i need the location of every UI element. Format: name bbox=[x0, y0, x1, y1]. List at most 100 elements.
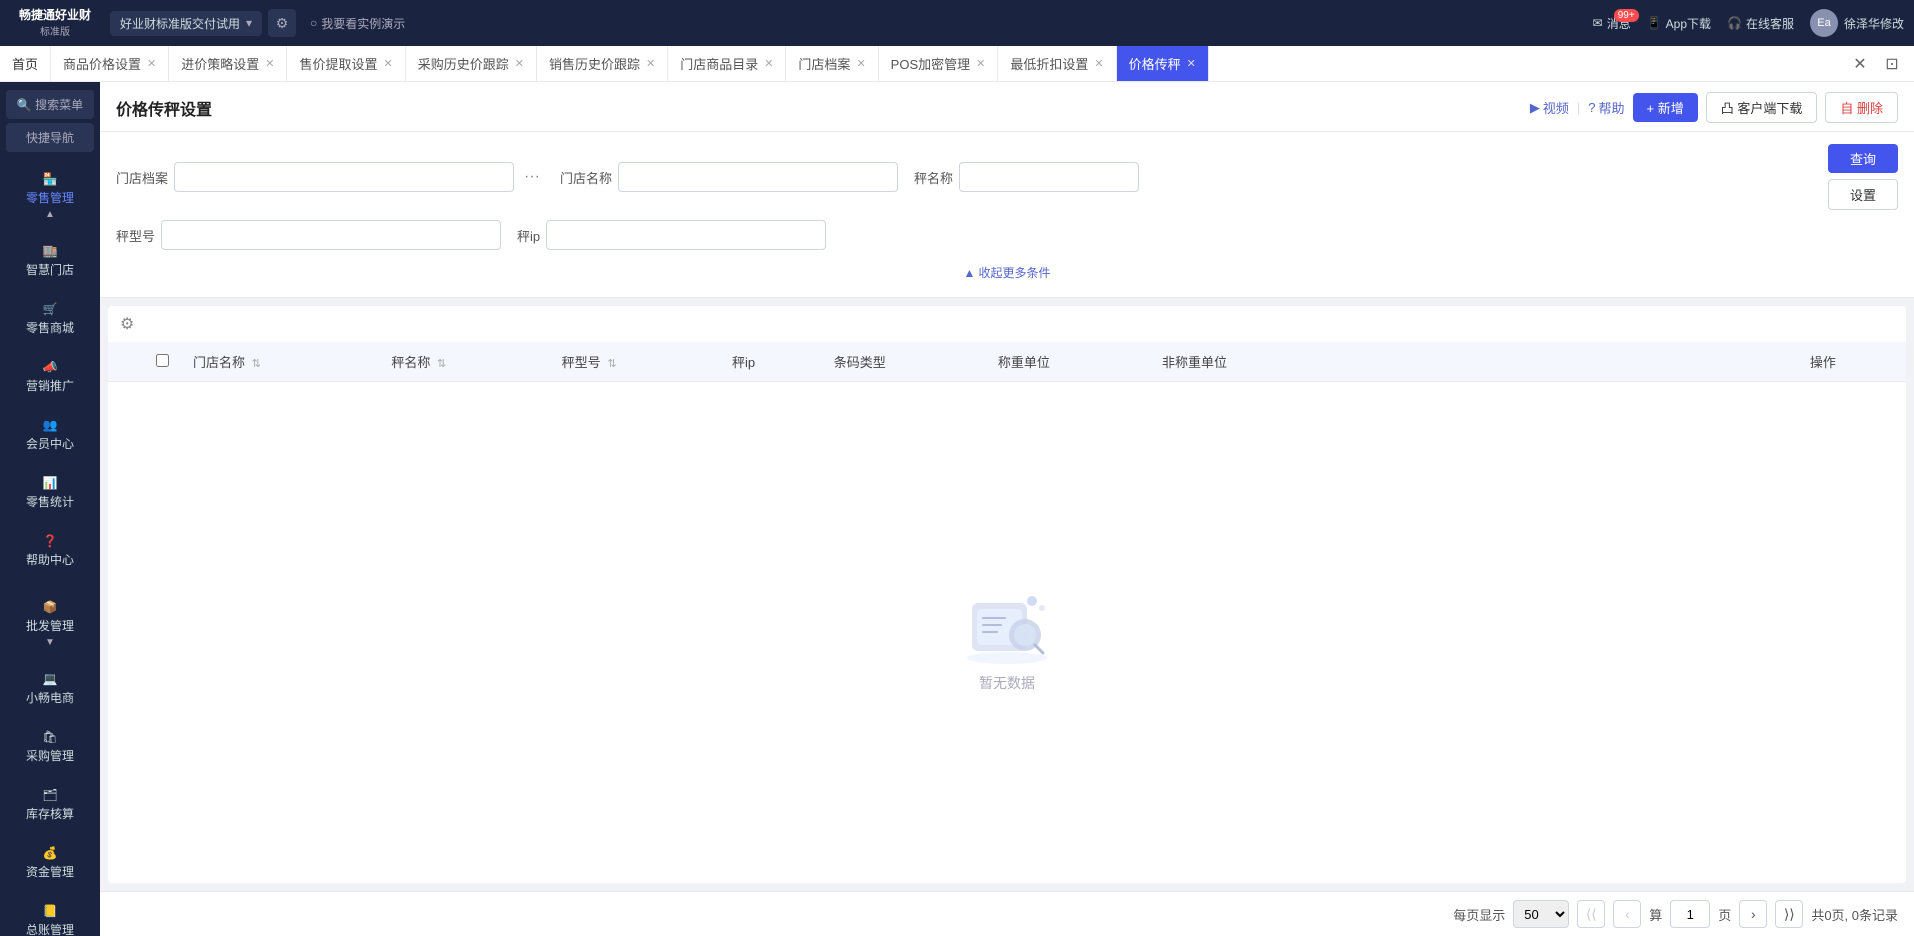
table-head: 门店名称 ⇅ 秤名称 ⇅ 秤型号 ⇅ 秤ip bbox=[108, 342, 1906, 382]
user-name: 徐泽华修改 bbox=[1844, 15, 1904, 32]
sidebar-item-inventory[interactable]: 🗂 库存核算 bbox=[0, 776, 100, 834]
help-circle-icon: ? bbox=[1588, 100, 1595, 115]
help-link[interactable]: ? 帮助 bbox=[1588, 98, 1624, 117]
online-service-button[interactable]: 🎧 在线客服 bbox=[1727, 15, 1794, 32]
store-name-input[interactable] bbox=[618, 162, 898, 192]
sidebar-item-retail-mall-label: 零售商城 bbox=[26, 319, 74, 336]
search-menu-button[interactable]: 🔍 搜索菜单 bbox=[6, 90, 94, 119]
store-profile-dots-button[interactable]: ··· bbox=[520, 168, 544, 186]
collapse-button[interactable]: ▲ 收起更多条件 bbox=[964, 264, 1051, 281]
quick-nav-button[interactable]: 快捷导航 bbox=[6, 123, 94, 152]
delete-button[interactable]: 自 删除 bbox=[1825, 92, 1898, 123]
tab-shop-profile-label: 门店档案 bbox=[798, 54, 850, 73]
sidebar-item-member[interactable]: 👥 会员中心 bbox=[0, 406, 100, 464]
table-gear-icon[interactable]: ⚙ bbox=[120, 314, 134, 334]
sidebar-item-wholesale[interactable]: 📦 批发管理 ▼ bbox=[0, 588, 100, 660]
tab-sales-history[interactable]: 销售历史价跟踪 ✕ bbox=[537, 46, 668, 82]
sidebar-item-help[interactable]: ❓ 帮助中心 bbox=[0, 522, 100, 580]
tab-purchase-history[interactable]: 采购历史价跟踪 ✕ bbox=[406, 46, 537, 82]
sidebar-item-retail-stats-label: 零售统计 bbox=[26, 493, 74, 510]
next-page-button[interactable]: › bbox=[1739, 900, 1767, 928]
sidebar-item-marketing[interactable]: 📣 营销推广 bbox=[0, 348, 100, 406]
sidebar-item-purchase[interactable]: 🛍 采购管理 bbox=[0, 718, 100, 776]
close-tab-button[interactable]: ✕ bbox=[1846, 50, 1874, 78]
chevron-down-icon: ▾ bbox=[246, 16, 252, 30]
th-scale-ip-label: 秤ip bbox=[732, 355, 755, 370]
add-button[interactable]: + 新增 bbox=[1633, 93, 1698, 122]
tab-shop-profile[interactable]: 门店档案 ✕ bbox=[786, 46, 878, 82]
close-icon[interactable]: ✕ bbox=[265, 57, 274, 70]
close-icon[interactable]: ✕ bbox=[764, 57, 773, 70]
tab-pos-management[interactable]: POS加密管理 ✕ bbox=[879, 46, 999, 82]
ecommerce-icon: 💻 bbox=[43, 672, 58, 686]
close-icon[interactable]: ✕ bbox=[646, 57, 655, 70]
sidebar-item-capital-label: 资金管理 bbox=[26, 863, 74, 880]
close-icon[interactable]: ✕ bbox=[147, 57, 156, 70]
close-icon[interactable]: ✕ bbox=[515, 57, 524, 70]
first-page-button[interactable]: ⟨⟨ bbox=[1577, 900, 1605, 928]
sidebar-item-capital[interactable]: 💰 资金管理 bbox=[0, 834, 100, 892]
demo-link[interactable]: ○ 我要看实例演示 bbox=[310, 15, 405, 32]
video-link[interactable]: ▶ 视频 bbox=[1530, 98, 1569, 117]
tab-price-settings[interactable]: 商品价格设置 ✕ bbox=[51, 46, 169, 82]
scale-ip-input[interactable] bbox=[546, 220, 826, 250]
settings-filter-label: 设置 bbox=[1850, 185, 1876, 204]
close-icon[interactable]: ✕ bbox=[1187, 57, 1196, 70]
app-download-label: App下载 bbox=[1666, 15, 1711, 32]
version-selector[interactable]: 好业财标准版交付试用 ▾ bbox=[110, 11, 262, 36]
tab-price-settings-label: 商品价格设置 bbox=[63, 54, 141, 73]
scale-model-filter: 秤型号 bbox=[116, 220, 501, 250]
scale-model-input[interactable] bbox=[161, 220, 501, 250]
per-page-label: 每页显示 bbox=[1453, 905, 1505, 924]
tab-shop-catalog-label: 门店商品目录 bbox=[680, 54, 758, 73]
message-button[interactable]: ✉ 消息 99+ bbox=[1593, 15, 1631, 32]
user-profile[interactable]: Ea 徐泽华修改 bbox=[1810, 9, 1904, 37]
close-icon[interactable]: ✕ bbox=[1094, 57, 1103, 70]
download-button[interactable]: 凸 客户端下载 bbox=[1706, 92, 1818, 123]
tab-shop-catalog[interactable]: 门店商品目录 ✕ bbox=[668, 46, 786, 82]
tab-home[interactable]: 首页 bbox=[0, 46, 51, 82]
tab-price-scale[interactable]: 价格传秤 ✕ bbox=[1117, 46, 1209, 82]
store-profile-input[interactable] bbox=[174, 162, 514, 192]
th-weight-unit-label: 称重单位 bbox=[998, 355, 1050, 370]
close-icon[interactable]: ✕ bbox=[976, 57, 985, 70]
app-download-button[interactable]: 📱 App下载 bbox=[1647, 15, 1711, 32]
tab-selling-extract-label: 售价提取设置 bbox=[299, 54, 377, 73]
per-page-select[interactable]: 50 10 20 100 bbox=[1513, 900, 1569, 928]
retail-mall-icon: 🛒 bbox=[43, 302, 58, 316]
user-initials: Ea bbox=[1817, 17, 1830, 29]
select-all-checkbox[interactable] bbox=[156, 354, 169, 367]
online-service-label: 在线客服 bbox=[1746, 15, 1794, 32]
demo-label: 我要看实例演示 bbox=[321, 15, 405, 32]
download-label: 凸 客户端下载 bbox=[1721, 98, 1803, 117]
sidebar-item-purchase-label: 采购管理 bbox=[26, 747, 74, 764]
sidebar-item-ecommerce[interactable]: 💻 小畅电商 bbox=[0, 660, 100, 718]
marketing-icon: 📣 bbox=[43, 360, 58, 374]
close-icon[interactable]: ✕ bbox=[856, 57, 865, 70]
demo-icon: ○ bbox=[310, 16, 317, 30]
expand-tab-button[interactable]: ⊡ bbox=[1878, 50, 1906, 78]
close-icon[interactable]: ✕ bbox=[384, 57, 393, 70]
tab-selling-extract[interactable]: 售价提取设置 ✕ bbox=[287, 46, 405, 82]
sidebar-item-retail-mall[interactable]: 🛒 零售商城 bbox=[0, 290, 100, 348]
query-button[interactable]: 查询 bbox=[1828, 144, 1898, 173]
last-page-button[interactable]: ⟩⟩ bbox=[1775, 900, 1803, 928]
page-number-input[interactable] bbox=[1670, 900, 1710, 928]
avatar: Ea bbox=[1810, 9, 1838, 37]
page-title: 价格传秤设置 bbox=[116, 96, 212, 120]
scale-name-input[interactable] bbox=[959, 162, 1139, 192]
empty-state: 暂无数据 bbox=[108, 382, 1906, 883]
settings-filter-button[interactable]: 设置 bbox=[1828, 179, 1898, 210]
sidebar-item-smart-store[interactable]: 🏬 智慧门店 bbox=[0, 232, 100, 290]
sidebar-item-retail-stats[interactable]: 📊 零售统计 bbox=[0, 464, 100, 522]
sidebar-item-retail[interactable]: 🏪 零售管理 ▲ bbox=[0, 160, 100, 232]
settings-button[interactable]: ⚙ bbox=[268, 9, 296, 37]
prev-page-button[interactable]: ‹ bbox=[1613, 900, 1641, 928]
sidebar-item-ledger-label: 总账管理 bbox=[26, 921, 74, 936]
th-barcode-type-label: 条码类型 bbox=[834, 355, 886, 370]
tab-min-discount[interactable]: 最低折扣设置 ✕ bbox=[998, 46, 1116, 82]
top-actions: ✉ 消息 99+ 📱 App下载 🎧 在线客服 Ea 徐泽华修改 bbox=[1593, 9, 1904, 37]
tab-purchase-strategy[interactable]: 进价策略设置 ✕ bbox=[169, 46, 287, 82]
table-header-row: 门店名称 ⇅ 秤名称 ⇅ 秤型号 ⇅ 秤ip bbox=[108, 342, 1906, 382]
sidebar-item-ledger[interactable]: 📒 总账管理 bbox=[0, 892, 100, 936]
